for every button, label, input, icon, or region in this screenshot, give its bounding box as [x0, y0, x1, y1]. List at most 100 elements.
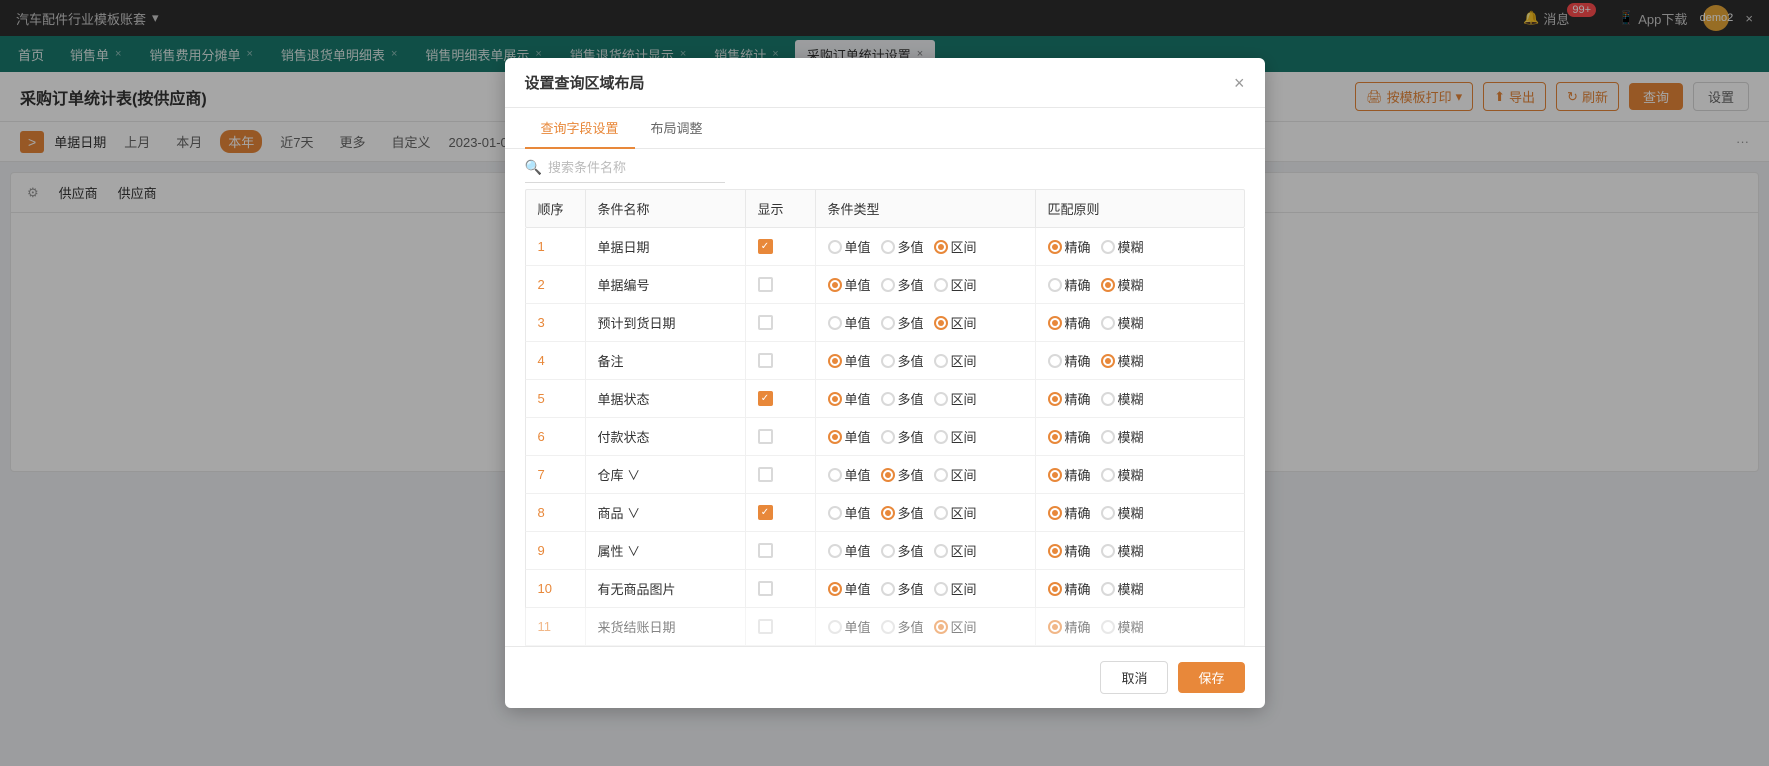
row3-order: 3 [526, 304, 586, 341]
row5-single-radio[interactable]: 单值 [828, 389, 871, 408]
row9-exact-radio[interactable]: 精确 [1048, 541, 1091, 560]
row10-fuzzy-radio[interactable]: 模糊 [1101, 579, 1144, 598]
modal-close-btn[interactable]: × [1234, 74, 1245, 92]
row3-display[interactable] [746, 304, 816, 341]
row9-range-radio[interactable]: 区间 [934, 541, 977, 560]
row4-exact-circle [1048, 354, 1062, 368]
row11-fuzzy-radio[interactable]: 模糊 [1101, 617, 1144, 636]
row11-single-radio[interactable]: 单值 [828, 617, 871, 636]
row4-display[interactable] [746, 342, 816, 379]
modal: 设置查询区域布局 × 查询字段设置 布局调整 🔍 [505, 58, 1265, 708]
row6-checkbox[interactable] [758, 429, 773, 444]
row10-checkbox[interactable] [758, 581, 773, 596]
row1-display[interactable] [746, 228, 816, 265]
row4-multi-radio[interactable]: 多值 [881, 351, 924, 370]
row4-single-radio[interactable]: 单值 [828, 351, 871, 370]
row9-multi-radio[interactable]: 多值 [881, 541, 924, 560]
row11-exact-radio[interactable]: 精确 [1048, 617, 1091, 636]
row4-range-radio[interactable]: 区间 [934, 351, 977, 370]
row8-name: 商品 ∨ [586, 494, 746, 531]
row8-exact-radio[interactable]: 精确 [1048, 503, 1091, 522]
row2-exact-radio[interactable]: 精确 [1048, 275, 1091, 294]
row7-match-rule: 精确 模糊 [1036, 456, 1236, 493]
row1-checkbox[interactable] [758, 239, 773, 254]
row8-range-radio[interactable]: 区间 [934, 503, 977, 522]
row1-multi-radio[interactable]: 多值 [881, 237, 924, 256]
row2-display[interactable] [746, 266, 816, 303]
row6-fuzzy-radio[interactable]: 模糊 [1101, 427, 1144, 446]
row9-single-radio[interactable]: 单值 [828, 541, 871, 560]
row7-range-radio[interactable]: 区间 [934, 465, 977, 484]
row5-fuzzy-radio[interactable]: 模糊 [1101, 389, 1144, 408]
row6-range-radio[interactable]: 区间 [934, 427, 977, 446]
row5-exact-radio[interactable]: 精确 [1048, 389, 1091, 408]
row10-single-radio[interactable]: 单值 [828, 579, 871, 598]
row2-match-rule: 精确 模糊 [1036, 266, 1236, 303]
row3-multi-radio[interactable]: 多值 [881, 313, 924, 332]
search-input[interactable] [548, 160, 708, 175]
row7-single-radio[interactable]: 单值 [828, 465, 871, 484]
modal-search-area: 🔍 [505, 149, 1265, 189]
row2-single-radio[interactable]: 单值 [828, 275, 871, 294]
row5-multi-radio[interactable]: 多值 [881, 389, 924, 408]
row2-checkbox[interactable] [758, 277, 773, 292]
row6-single-radio[interactable]: 单值 [828, 427, 871, 446]
row5-range-radio[interactable]: 区间 [934, 389, 977, 408]
cancel-btn[interactable]: 取消 [1100, 661, 1168, 694]
row6-exact-radio[interactable]: 精确 [1048, 427, 1091, 446]
row6-multi-radio[interactable]: 多值 [881, 427, 924, 446]
row7-checkbox[interactable] [758, 467, 773, 482]
row6-exact-circle [1048, 430, 1062, 444]
row9-display[interactable] [746, 532, 816, 569]
row3-fuzzy-radio[interactable]: 模糊 [1101, 313, 1144, 332]
row11-display[interactable] [746, 608, 816, 645]
row8-multi-radio[interactable]: 多值 [881, 503, 924, 522]
row11-checkbox[interactable] [758, 619, 773, 634]
row1-single-radio[interactable]: 单值 [828, 237, 871, 256]
row4-fuzzy-radio[interactable]: 模糊 [1101, 351, 1144, 370]
row7-display[interactable] [746, 456, 816, 493]
row4-checkbox[interactable] [758, 353, 773, 368]
row10-multi-radio[interactable]: 多值 [881, 579, 924, 598]
row8-display[interactable] [746, 494, 816, 531]
row7-multi-radio[interactable]: 多值 [881, 465, 924, 484]
row3-single-radio[interactable]: 单值 [828, 313, 871, 332]
row8-fuzzy-radio[interactable]: 模糊 [1101, 503, 1144, 522]
row10-range-radio[interactable]: 区间 [934, 579, 977, 598]
row7-fuzzy-radio[interactable]: 模糊 [1101, 465, 1144, 484]
row3-exact-radio[interactable]: 精确 [1048, 313, 1091, 332]
row1-fuzzy-circle [1101, 240, 1115, 254]
row2-range-radio[interactable]: 区间 [934, 275, 977, 294]
row6-display[interactable] [746, 418, 816, 455]
row2-fuzzy-radio[interactable]: 模糊 [1101, 275, 1144, 294]
row9-checkbox[interactable] [758, 543, 773, 558]
row1-range-radio[interactable]: 区间 [934, 237, 977, 256]
row8-condition-type: 单值 多值 区间 [816, 494, 1036, 531]
table-row: 11 来货结账日期 单值 多值 [525, 608, 1245, 646]
row2-multi-radio[interactable]: 多值 [881, 275, 924, 294]
row5-display[interactable] [746, 380, 816, 417]
row1-exact-radio[interactable]: 精确 [1048, 237, 1091, 256]
row9-fuzzy-radio[interactable]: 模糊 [1101, 541, 1144, 560]
row7-exact-radio[interactable]: 精确 [1048, 465, 1091, 484]
modal-tab-layout[interactable]: 布局调整 [635, 108, 719, 149]
row9-fuzzy-circle [1101, 544, 1115, 558]
row11-range-radio[interactable]: 区间 [934, 617, 977, 636]
row8-single-radio[interactable]: 单值 [828, 503, 871, 522]
row4-exact-radio[interactable]: 精确 [1048, 351, 1091, 370]
row8-checkbox[interactable] [758, 505, 773, 520]
row11-single-circle [828, 620, 842, 634]
row4-order: 4 [526, 342, 586, 379]
row10-exact-radio[interactable]: 精确 [1048, 579, 1091, 598]
row11-multi-radio[interactable]: 多值 [881, 617, 924, 636]
save-btn[interactable]: 保存 [1178, 662, 1244, 693]
row3-range-radio[interactable]: 区间 [934, 313, 977, 332]
modal-tab-query-fields[interactable]: 查询字段设置 [525, 108, 635, 149]
row3-single-circle [828, 316, 842, 330]
row10-display[interactable] [746, 570, 816, 607]
row3-fuzzy-circle [1101, 316, 1115, 330]
row2-range-circle [934, 278, 948, 292]
row5-checkbox[interactable] [758, 391, 773, 406]
row1-fuzzy-radio[interactable]: 模糊 [1101, 237, 1144, 256]
row3-checkbox[interactable] [758, 315, 773, 330]
